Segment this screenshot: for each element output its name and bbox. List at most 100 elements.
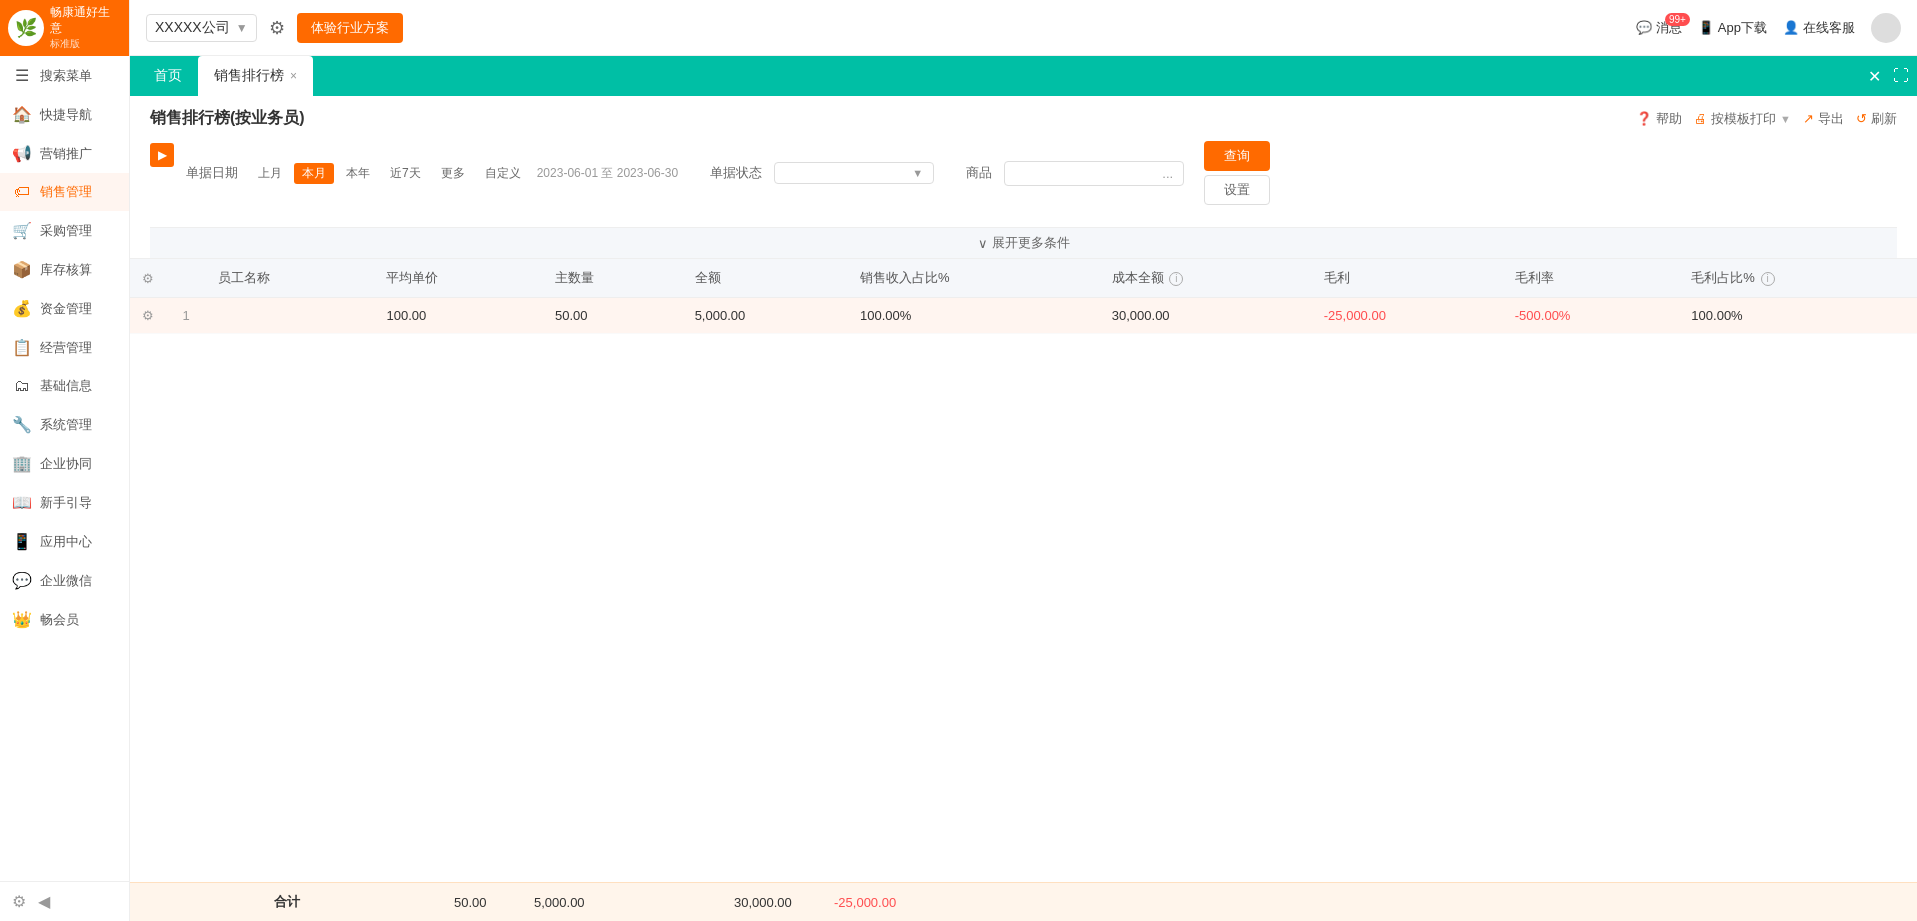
goods-filter-more[interactable]: ... <box>1162 166 1173 181</box>
query-button[interactable]: 查询 <box>1204 141 1270 171</box>
filter-toggle-icon[interactable]: ▶ <box>150 143 174 167</box>
export-button[interactable]: ↗ 导出 <box>1803 110 1844 128</box>
profit-pct-info-icon[interactable]: i <box>1761 272 1775 286</box>
window-maximize-icon[interactable]: ⛶ <box>1893 67 1909 85</box>
date-cur-month[interactable]: 本月 <box>294 163 334 184</box>
sidebar-label-search: 搜索菜单 <box>40 67 92 85</box>
col-sales-pct: 销售收入占比% <box>848 259 1100 298</box>
message-icon: 💬 <box>1636 20 1652 35</box>
sidebar-item-sales[interactable]: 🏷 销售管理 <box>0 173 129 211</box>
sidebar-item-finance[interactable]: 💰 资金管理 <box>0 289 129 328</box>
col-cost: 成本全额 i <box>1100 259 1312 298</box>
status-select[interactable]: ▼ <box>774 162 934 184</box>
export-icon: ↗ <box>1803 111 1814 126</box>
tab-home[interactable]: 首页 <box>138 56 198 96</box>
sidebar-item-marketing[interactable]: 📢 营销推广 <box>0 134 129 173</box>
row-profit-rate: -500.00% <box>1503 298 1680 334</box>
sidebar-item-basic[interactable]: 🗂 基础信息 <box>0 367 129 405</box>
sidebar-item-member[interactable]: 👑 畅会员 <box>0 600 129 639</box>
sidebar-item-inventory[interactable]: 📦 库存核算 <box>0 250 129 289</box>
page-actions: ❓ 帮助 🖨 按模板打印 ▼ ↗ 导出 ↺ 刷新 <box>1636 110 1897 128</box>
sidebar-item-purchase[interactable]: 🛒 采购管理 <box>0 211 129 250</box>
company-settings-icon[interactable]: ⚙ <box>269 17 285 39</box>
col-profit: 毛利 <box>1312 259 1503 298</box>
cost-info-icon[interactable]: i <box>1169 272 1183 286</box>
operation-icon: 📋 <box>12 338 32 357</box>
refresh-label: 刷新 <box>1871 110 1897 128</box>
row-amount: 5,000.00 <box>683 298 848 334</box>
sidebar-item-wechat[interactable]: 💬 企业微信 <box>0 561 129 600</box>
date-prev-month[interactable]: 上月 <box>250 163 290 184</box>
settings-button[interactable]: 设置 <box>1204 175 1270 205</box>
bottom-settings-icon[interactable]: ⚙ <box>12 892 26 911</box>
date-tabs: 上月 本月 本年 近7天 更多 自定义 2023-06-01 至 2023-06… <box>250 163 678 184</box>
sales-table: ⚙ 员工名称 平均单价 主数量 全额 销售收入占比% 成本全额 i 毛利 毛利率… <box>130 259 1917 334</box>
user-avatar[interactable] <box>1871 13 1901 43</box>
message-badge: 99+ <box>1665 13 1690 26</box>
sidebar-label-operation: 经营管理 <box>40 339 92 357</box>
sidebar-label-app-center: 应用中心 <box>40 533 92 551</box>
sidebar-item-operation[interactable]: 📋 经营管理 <box>0 328 129 367</box>
goods-filter[interactable]: ... <box>1004 161 1184 186</box>
sidebar-label-member: 畅会员 <box>40 611 79 629</box>
filter-area: ▶ 单据日期 上月 本月 本年 近7天 更多 自定义 2023-06-0 <box>150 141 1897 227</box>
date-label: 单据日期 <box>186 164 238 182</box>
sidebar-item-enterprise[interactable]: 🏢 企业协同 <box>0 444 129 483</box>
purchase-icon: 🛒 <box>12 221 32 240</box>
col-settings[interactable]: ⚙ <box>130 259 166 298</box>
refresh-button[interactable]: ↺ 刷新 <box>1856 110 1897 128</box>
col-profit-pct: 毛利占比% i <box>1679 259 1917 298</box>
table-row: ⚙ 1 100.00 50.00 5,000.00 100.00% 30,000… <box>130 298 1917 334</box>
page-title: 销售排行榜(按业务员) <box>150 108 305 129</box>
tab-bar: 首页 销售排行榜 × ✕ ⛶ <box>130 56 1917 96</box>
sidebar-item-search[interactable]: ☰ 搜索菜单 <box>0 56 129 95</box>
tab-home-label: 首页 <box>154 67 182 85</box>
date-custom[interactable]: 自定义 <box>477 163 529 184</box>
row-name <box>206 298 374 334</box>
sidebar-label-guide: 新手引导 <box>40 494 92 512</box>
page-header: 销售排行榜(按业务员) ❓ 帮助 🖨 按模板打印 ▼ ↗ 导出 <box>130 96 1917 259</box>
refresh-icon: ↺ <box>1856 111 1867 126</box>
company-selector[interactable]: XXXXX公司 ▼ <box>146 14 257 42</box>
tab-sales-ranking[interactable]: 销售排行榜 × <box>198 56 313 96</box>
footer-main-qty: 50.00 <box>442 895 522 910</box>
sidebar-item-quick-nav[interactable]: 🏠 快捷导航 <box>0 95 129 134</box>
export-label: 导出 <box>1818 110 1844 128</box>
sidebar-collapse-icon[interactable]: ◀ <box>38 892 50 911</box>
sidebar-label-finance: 资金管理 <box>40 300 92 318</box>
sidebar-item-guide[interactable]: 📖 新手引导 <box>0 483 129 522</box>
expand-icon: ∨ <box>978 236 988 251</box>
sidebar-item-system[interactable]: 🔧 系统管理 <box>0 405 129 444</box>
help-button[interactable]: ❓ 帮助 <box>1636 110 1682 128</box>
service-label: 在线客服 <box>1803 19 1855 37</box>
print-button[interactable]: 🖨 按模板打印 ▼ <box>1694 110 1791 128</box>
sidebar-label-wechat: 企业微信 <box>40 572 92 590</box>
expand-more-button[interactable]: ∨ 展开更多条件 <box>978 234 1070 252</box>
inventory-icon: 📦 <box>12 260 32 279</box>
online-service-button[interactable]: 👤 在线客服 <box>1783 19 1855 37</box>
row-sales-pct: 100.00% <box>848 298 1100 334</box>
guide-icon: 📖 <box>12 493 32 512</box>
date-year[interactable]: 本年 <box>338 163 378 184</box>
date-7days[interactable]: 近7天 <box>382 163 429 184</box>
app-download-icon: 📱 <box>1698 20 1714 35</box>
service-icon: 👤 <box>1783 20 1799 35</box>
row-profit-pct: 100.00% <box>1679 298 1917 334</box>
window-close-icon[interactable]: ✕ <box>1868 67 1881 86</box>
help-label: 帮助 <box>1656 110 1682 128</box>
sidebar-item-app-center[interactable]: 📱 应用中心 <box>0 522 129 561</box>
col-avg-price: 平均单价 <box>374 259 542 298</box>
row-settings-icon[interactable]: ⚙ <box>130 298 166 334</box>
date-range-display: 2023-06-01 至 2023-06-30 <box>537 165 678 182</box>
tab-close-icon[interactable]: × <box>290 69 297 83</box>
date-more[interactable]: 更多 <box>433 163 473 184</box>
trial-button[interactable]: 体验行业方案 <box>297 13 403 43</box>
app-download-button[interactable]: 📱 App下载 <box>1698 19 1767 37</box>
sidebar-bottom: ⚙ ◀ <box>0 881 129 921</box>
table-container: ⚙ 员工名称 平均单价 主数量 全额 销售收入占比% 成本全额 i 毛利 毛利率… <box>130 259 1917 882</box>
goods-label: 商品 <box>966 164 992 182</box>
col-profit-rate: 毛利率 <box>1503 259 1680 298</box>
marketing-icon: 📢 <box>12 144 32 163</box>
message-button[interactable]: 💬 消息 99+ <box>1636 19 1682 37</box>
page-content: 销售排行榜(按业务员) ❓ 帮助 🖨 按模板打印 ▼ ↗ 导出 <box>130 96 1917 921</box>
